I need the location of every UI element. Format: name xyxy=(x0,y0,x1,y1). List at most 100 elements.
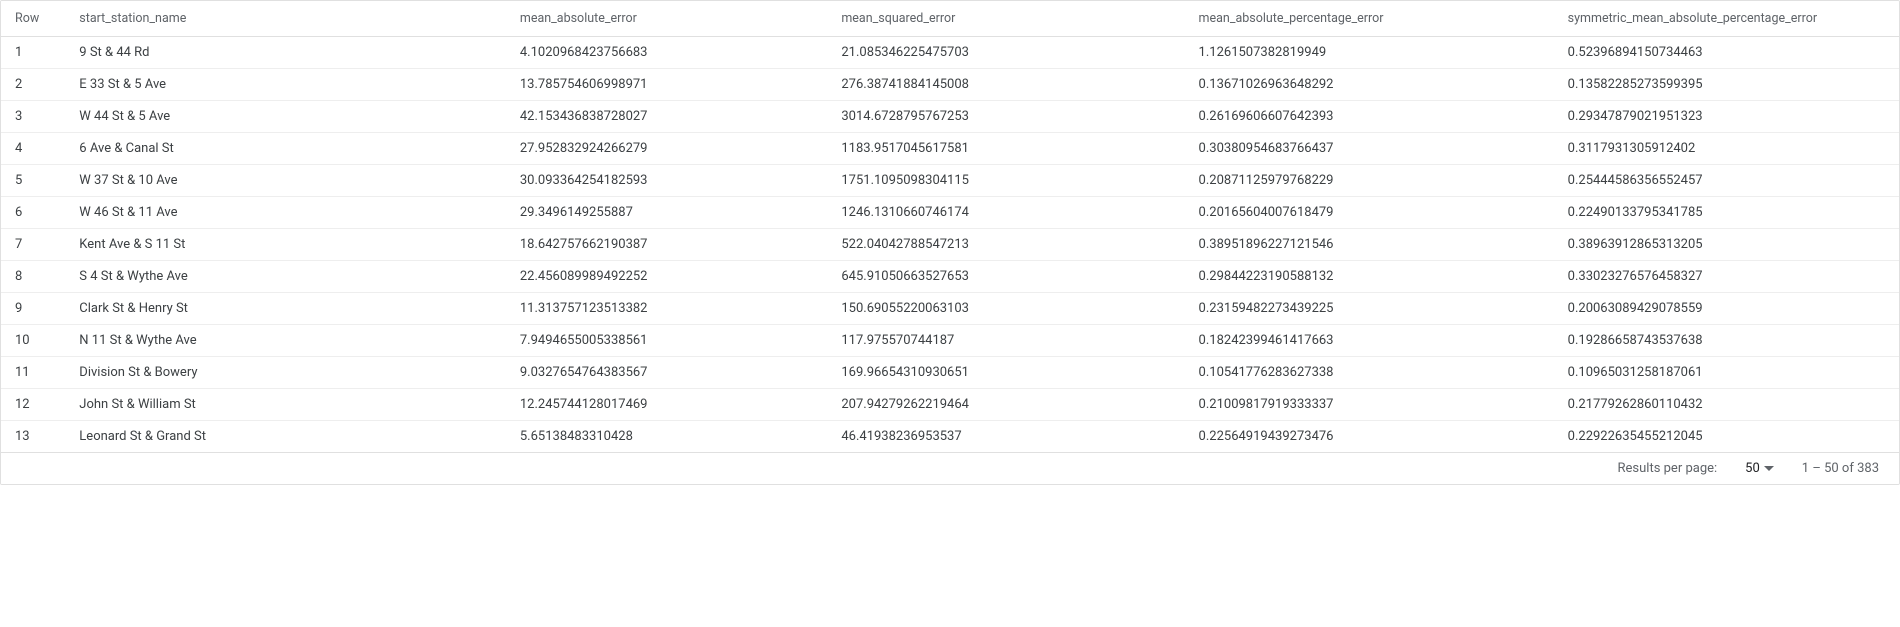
cell-start_station_name: W 46 St & 11 Ave xyxy=(65,197,506,229)
cell-symmetric_mean_absolute_percentage_error: 0.19286658743537638 xyxy=(1554,325,1899,357)
cell-mean_squared_error: 21.085346225475703 xyxy=(827,37,1184,69)
cell-symmetric_mean_absolute_percentage_error: 0.22922635455212045 xyxy=(1554,421,1899,453)
cell-row: 8 xyxy=(1,261,65,293)
cell-mean_squared_error: 522.04042788547213 xyxy=(827,229,1184,261)
cell-mean_absolute_error: 18.642757662190387 xyxy=(506,229,827,261)
table-row[interactable]: 11Division St & Bowery9.0327654764383567… xyxy=(1,357,1899,389)
cell-mean_absolute_error: 27.952832924266279 xyxy=(506,133,827,165)
cell-mean_absolute_error: 7.9494655005338561 xyxy=(506,325,827,357)
cell-mean_squared_error: 150.69055220063103 xyxy=(827,293,1184,325)
cell-mean_absolute_error: 9.0327654764383567 xyxy=(506,357,827,389)
cell-row: 13 xyxy=(1,421,65,453)
cell-start_station_name: Division St & Bowery xyxy=(65,357,506,389)
table-row[interactable]: 13Leonard St & Grand St5.651384833104284… xyxy=(1,421,1899,453)
cell-mean_absolute_error: 4.1020968423756683 xyxy=(506,37,827,69)
cell-mean_absolute_percentage_error: 0.13671026963648292 xyxy=(1185,69,1554,101)
cell-row: 12 xyxy=(1,389,65,421)
table-row[interactable]: 7Kent Ave & S 11 St18.642757662190387522… xyxy=(1,229,1899,261)
cell-start_station_name: Leonard St & Grand St xyxy=(65,421,506,453)
cell-mean_absolute_error: 30.093364254182593 xyxy=(506,165,827,197)
col-header-mse[interactable]: mean_squared_error xyxy=(827,1,1184,37)
col-header-row[interactable]: Row xyxy=(1,1,65,37)
col-header-start-station-name[interactable]: start_station_name xyxy=(65,1,506,37)
cell-row: 3 xyxy=(1,101,65,133)
dropdown-caret-icon xyxy=(1764,466,1774,471)
cell-mean_squared_error: 1183.9517045617581 xyxy=(827,133,1184,165)
cell-mean_absolute_percentage_error: 0.18242399461417663 xyxy=(1185,325,1554,357)
cell-start_station_name: Kent Ave & S 11 St xyxy=(65,229,506,261)
cell-start_station_name: John St & William St xyxy=(65,389,506,421)
cell-start_station_name: E 33 St & 5 Ave xyxy=(65,69,506,101)
col-header-mae[interactable]: mean_absolute_error xyxy=(506,1,827,37)
pagination-range: 1 – 50 of 383 xyxy=(1802,461,1879,476)
cell-start_station_name: N 11 St & Wythe Ave xyxy=(65,325,506,357)
table-row[interactable]: 3W 44 St & 5 Ave42.1534368387280273014.6… xyxy=(1,101,1899,133)
cell-mean_absolute_percentage_error: 1.1261507382819949 xyxy=(1185,37,1554,69)
cell-start_station_name: S 4 St & Wythe Ave xyxy=(65,261,506,293)
table-row[interactable]: 46 Ave & Canal St27.9528329242662791183.… xyxy=(1,133,1899,165)
cell-mean_absolute_error: 12.245744128017469 xyxy=(506,389,827,421)
results-per-page-label: Results per page: xyxy=(1618,461,1718,476)
cell-mean_absolute_error: 11.313757123513382 xyxy=(506,293,827,325)
cell-mean_absolute_percentage_error: 0.20165604007618479 xyxy=(1185,197,1554,229)
cell-row: 10 xyxy=(1,325,65,357)
table-row[interactable]: 9Clark St & Henry St11.31375712351338215… xyxy=(1,293,1899,325)
cell-start_station_name: 9 St & 44 Rd xyxy=(65,37,506,69)
cell-mean_squared_error: 207.94279262219464 xyxy=(827,389,1184,421)
table-row[interactable]: 8S 4 St & Wythe Ave22.456089989492252645… xyxy=(1,261,1899,293)
cell-mean_absolute_percentage_error: 0.29844223190588132 xyxy=(1185,261,1554,293)
table-row[interactable]: 10N 11 St & Wythe Ave7.94946550053385611… xyxy=(1,325,1899,357)
cell-symmetric_mean_absolute_percentage_error: 0.10965031258187061 xyxy=(1554,357,1899,389)
cell-start_station_name: W 44 St & 5 Ave xyxy=(65,101,506,133)
cell-mean_absolute_error: 22.456089989492252 xyxy=(506,261,827,293)
cell-mean_squared_error: 645.91050663527653 xyxy=(827,261,1184,293)
cell-row: 2 xyxy=(1,69,65,101)
table-row[interactable]: 12John St & William St12.245744128017469… xyxy=(1,389,1899,421)
table-row[interactable]: 6W 46 St & 11 Ave29.34961492558871246.13… xyxy=(1,197,1899,229)
cell-symmetric_mean_absolute_percentage_error: 0.20063089429078559 xyxy=(1554,293,1899,325)
cell-mean_absolute_percentage_error: 0.38951896227121546 xyxy=(1185,229,1554,261)
cell-symmetric_mean_absolute_percentage_error: 0.3117931305912402 xyxy=(1554,133,1899,165)
table-pagination-footer: Results per page: 50 1 – 50 of 383 xyxy=(1,453,1899,484)
table-row[interactable]: 5W 37 St & 10 Ave30.0933642541825931751.… xyxy=(1,165,1899,197)
cell-mean_absolute_error: 13.785754606998971 xyxy=(506,69,827,101)
cell-mean_absolute_percentage_error: 0.26169606607642393 xyxy=(1185,101,1554,133)
table-header-row: Row start_station_name mean_absolute_err… xyxy=(1,1,1899,37)
cell-row: 11 xyxy=(1,357,65,389)
results-per-page-value: 50 xyxy=(1745,461,1760,476)
cell-row: 9 xyxy=(1,293,65,325)
cell-mean_squared_error: 117.975570744187 xyxy=(827,325,1184,357)
cell-mean_absolute_percentage_error: 0.21009817919333337 xyxy=(1185,389,1554,421)
cell-mean_absolute_error: 29.3496149255887 xyxy=(506,197,827,229)
cell-symmetric_mean_absolute_percentage_error: 0.29347879021951323 xyxy=(1554,101,1899,133)
cell-row: 7 xyxy=(1,229,65,261)
cell-symmetric_mean_absolute_percentage_error: 0.25444586356552457 xyxy=(1554,165,1899,197)
col-header-mape[interactable]: mean_absolute_percentage_error xyxy=(1185,1,1554,37)
cell-mean_absolute_percentage_error: 0.20871125979768229 xyxy=(1185,165,1554,197)
cell-mean_absolute_error: 42.153436838728027 xyxy=(506,101,827,133)
results-table-container: Row start_station_name mean_absolute_err… xyxy=(0,0,1900,485)
cell-row: 4 xyxy=(1,133,65,165)
col-header-smape[interactable]: symmetric_mean_absolute_percentage_error xyxy=(1554,1,1899,37)
cell-symmetric_mean_absolute_percentage_error: 0.22490133795341785 xyxy=(1554,197,1899,229)
cell-mean_absolute_percentage_error: 0.30380954683766437 xyxy=(1185,133,1554,165)
cell-row: 5 xyxy=(1,165,65,197)
cell-start_station_name: Clark St & Henry St xyxy=(65,293,506,325)
cell-row: 6 xyxy=(1,197,65,229)
cell-symmetric_mean_absolute_percentage_error: 0.52396894150734463 xyxy=(1554,37,1899,69)
results-per-page-select[interactable]: 50 xyxy=(1745,461,1774,476)
cell-mean_squared_error: 1751.1095098304115 xyxy=(827,165,1184,197)
cell-start_station_name: 6 Ave & Canal St xyxy=(65,133,506,165)
cell-symmetric_mean_absolute_percentage_error: 0.33023276576458327 xyxy=(1554,261,1899,293)
table-row[interactable]: 19 St & 44 Rd4.102096842375668321.085346… xyxy=(1,37,1899,69)
cell-symmetric_mean_absolute_percentage_error: 0.13582285273599395 xyxy=(1554,69,1899,101)
cell-mean_squared_error: 276.38741884145008 xyxy=(827,69,1184,101)
cell-row: 1 xyxy=(1,37,65,69)
cell-symmetric_mean_absolute_percentage_error: 0.38963912865313205 xyxy=(1554,229,1899,261)
cell-mean_absolute_percentage_error: 0.10541776283627338 xyxy=(1185,357,1554,389)
results-table: Row start_station_name mean_absolute_err… xyxy=(1,1,1899,453)
cell-symmetric_mean_absolute_percentage_error: 0.21779262860110432 xyxy=(1554,389,1899,421)
cell-mean_squared_error: 169.96654310930651 xyxy=(827,357,1184,389)
cell-mean_squared_error: 46.41938236953537 xyxy=(827,421,1184,453)
table-row[interactable]: 2E 33 St & 5 Ave13.785754606998971276.38… xyxy=(1,69,1899,101)
